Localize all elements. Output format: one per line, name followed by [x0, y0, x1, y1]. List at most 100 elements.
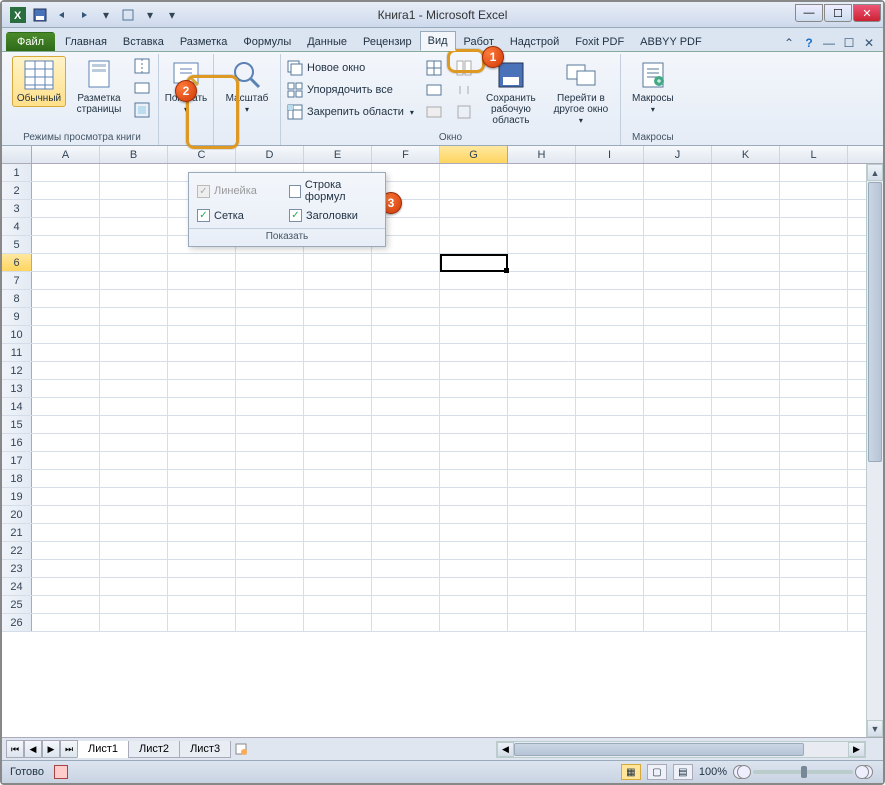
cell[interactable]	[304, 452, 372, 469]
cell[interactable]	[372, 416, 440, 433]
cell[interactable]	[100, 308, 168, 325]
cell[interactable]	[440, 308, 508, 325]
cell[interactable]	[32, 254, 100, 271]
cell[interactable]	[304, 308, 372, 325]
cell[interactable]	[576, 596, 644, 613]
gridlines-checkbox[interactable]: ✓ Сетка	[197, 209, 285, 222]
cell[interactable]	[508, 254, 576, 271]
cell[interactable]	[236, 380, 304, 397]
cell[interactable]	[576, 272, 644, 289]
col-header[interactable]: L	[780, 146, 848, 163]
cell[interactable]	[100, 290, 168, 307]
cell[interactable]	[644, 416, 712, 433]
row-header[interactable]: 12	[2, 362, 32, 379]
cell[interactable]	[644, 326, 712, 343]
cell[interactable]	[236, 308, 304, 325]
cell[interactable]	[508, 488, 576, 505]
cell[interactable]	[508, 470, 576, 487]
checkbox-icon[interactable]: ✓	[197, 209, 210, 222]
cell[interactable]	[304, 596, 372, 613]
cell[interactable]	[644, 362, 712, 379]
cell[interactable]	[168, 308, 236, 325]
row-header[interactable]: 6	[2, 254, 32, 271]
cell[interactable]	[508, 326, 576, 343]
cell[interactable]	[576, 506, 644, 523]
cell[interactable]	[712, 380, 780, 397]
cell[interactable]	[780, 560, 848, 577]
cell[interactable]	[780, 488, 848, 505]
cell[interactable]	[508, 290, 576, 307]
fullscreen-button[interactable]	[132, 100, 152, 120]
cell[interactable]	[236, 578, 304, 595]
cell[interactable]	[168, 506, 236, 523]
cell[interactable]	[304, 614, 372, 631]
cell[interactable]	[372, 380, 440, 397]
vertical-scrollbar[interactable]: ▲ ▼	[866, 164, 883, 737]
tab-abbyy[interactable]: ABBYY PDF	[632, 32, 710, 51]
col-header[interactable]: C	[168, 146, 236, 163]
cell[interactable]	[372, 596, 440, 613]
cell[interactable]	[304, 398, 372, 415]
cell[interactable]	[100, 614, 168, 631]
cell[interactable]	[32, 452, 100, 469]
cell[interactable]	[712, 362, 780, 379]
row-header[interactable]: 3	[2, 200, 32, 217]
cell[interactable]	[508, 596, 576, 613]
scroll-right-icon[interactable]: ▶	[848, 742, 865, 757]
zoom-slider[interactable]	[753, 770, 853, 774]
cell[interactable]	[304, 488, 372, 505]
cell[interactable]	[372, 506, 440, 523]
cell[interactable]	[236, 470, 304, 487]
cell[interactable]	[644, 308, 712, 325]
cell[interactable]	[372, 272, 440, 289]
sync-scroll-button[interactable]	[454, 80, 474, 100]
qat-menu-icon[interactable]: ▾	[162, 5, 182, 25]
cell[interactable]	[100, 344, 168, 361]
cell[interactable]	[780, 524, 848, 541]
tab-insert[interactable]: Вставка	[115, 32, 172, 51]
cell[interactable]	[100, 416, 168, 433]
qat-btn[interactable]: ▾	[140, 5, 160, 25]
cell[interactable]	[712, 470, 780, 487]
cell[interactable]	[100, 398, 168, 415]
cell[interactable]	[236, 596, 304, 613]
cell[interactable]	[780, 344, 848, 361]
cell[interactable]	[644, 470, 712, 487]
row-header[interactable]: 4	[2, 218, 32, 235]
cell[interactable]	[304, 290, 372, 307]
cell[interactable]	[780, 452, 848, 469]
cell[interactable]	[236, 290, 304, 307]
cell[interactable]	[168, 614, 236, 631]
grid-rows[interactable]: 1234567891011121314151617181920212223242…	[2, 164, 883, 737]
cell[interactable]	[168, 326, 236, 343]
sheet-nav-last[interactable]: ⏭	[60, 740, 78, 758]
checkbox-icon[interactable]	[289, 185, 301, 198]
cell[interactable]	[644, 236, 712, 253]
cell[interactable]	[372, 560, 440, 577]
tab-addins[interactable]: Надстрой	[502, 32, 567, 51]
cell[interactable]	[780, 236, 848, 253]
cell[interactable]	[576, 488, 644, 505]
new-sheet-button[interactable]	[231, 742, 251, 756]
cell[interactable]	[576, 578, 644, 595]
cell[interactable]	[100, 578, 168, 595]
cell[interactable]	[100, 542, 168, 559]
cell[interactable]	[236, 362, 304, 379]
maximize-button[interactable]: ☐	[824, 4, 852, 22]
cell[interactable]	[508, 452, 576, 469]
cell[interactable]	[712, 596, 780, 613]
cell[interactable]	[644, 254, 712, 271]
cell[interactable]	[372, 452, 440, 469]
cell[interactable]	[32, 236, 100, 253]
cell[interactable]	[236, 560, 304, 577]
cell[interactable]	[236, 488, 304, 505]
cell[interactable]	[576, 290, 644, 307]
cell[interactable]	[372, 614, 440, 631]
checkbox-icon[interactable]: ✓	[289, 209, 302, 222]
unhide-button[interactable]	[424, 102, 444, 122]
row-header[interactable]: 15	[2, 416, 32, 433]
cell[interactable]	[780, 182, 848, 199]
cell[interactable]	[508, 614, 576, 631]
cell[interactable]	[168, 488, 236, 505]
macro-record-icon[interactable]	[54, 765, 68, 779]
